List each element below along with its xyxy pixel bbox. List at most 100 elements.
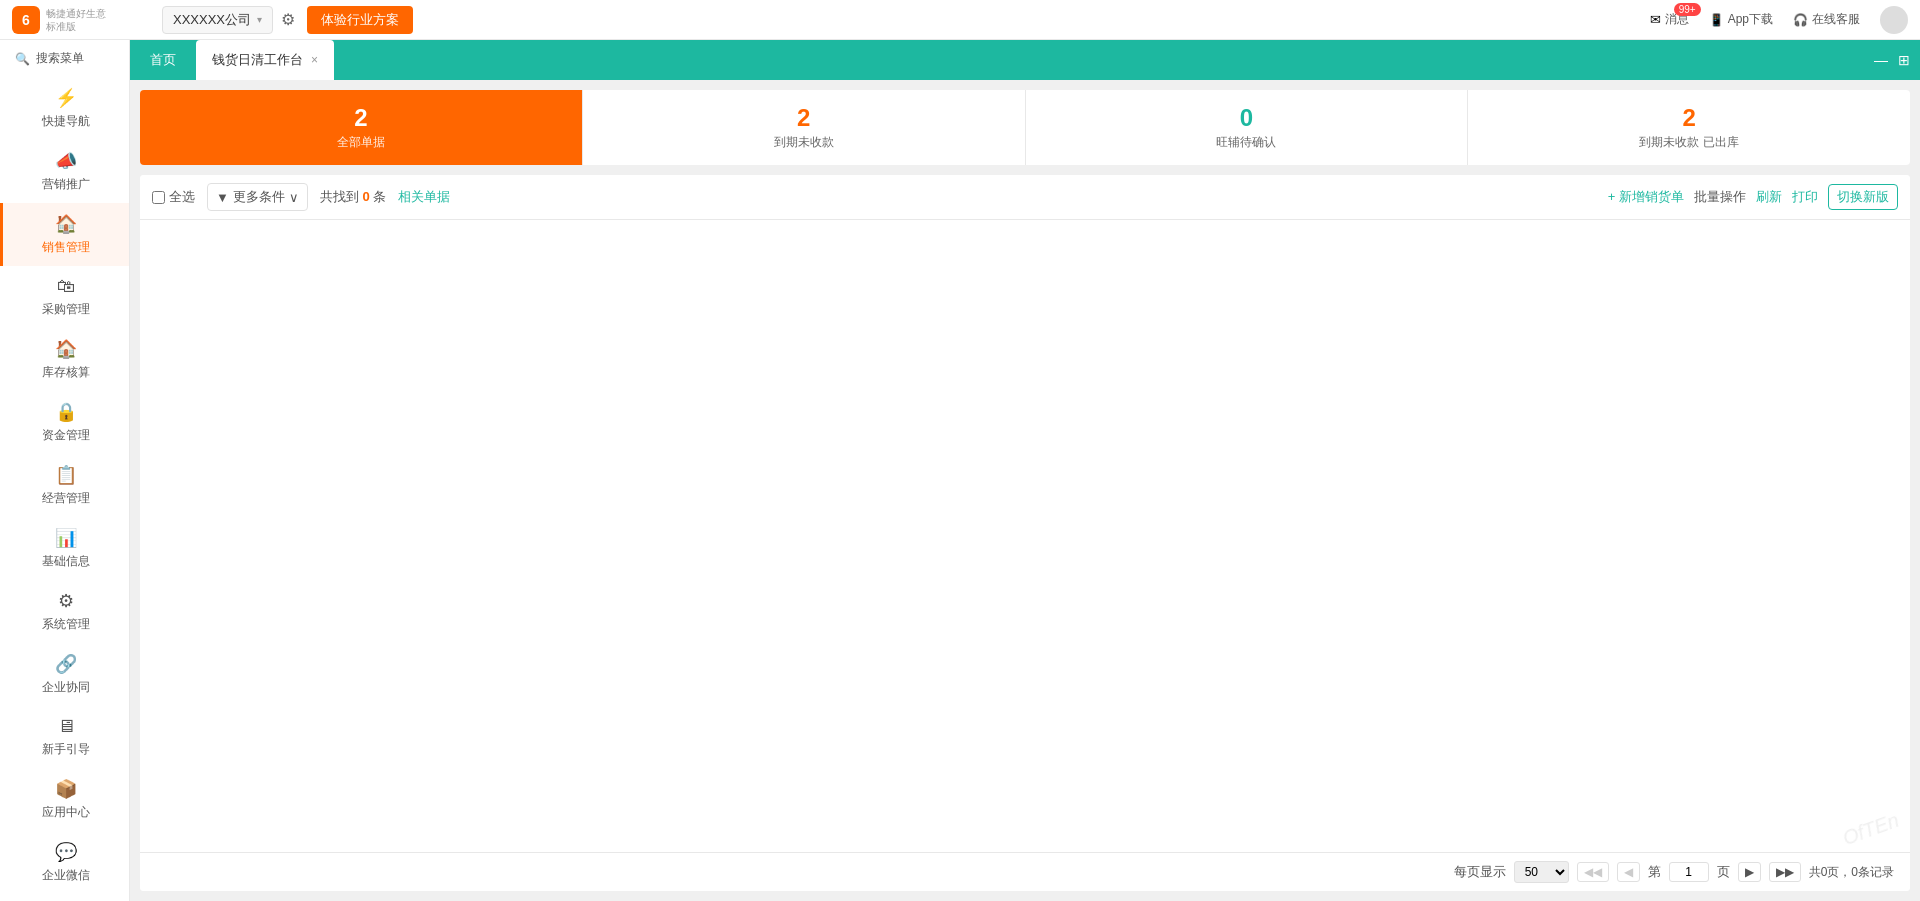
stats-row: 2 全部单据 2 到期未收款 0 旺辅待确认 2 到期未收款 已出库 (140, 90, 1910, 165)
more-filters-btn[interactable]: ▼ 更多条件 ∨ (207, 183, 308, 211)
minimize-icon[interactable]: — (1874, 52, 1888, 68)
batch-button[interactable]: 批量操作 (1694, 188, 1746, 206)
message-icon: ✉ (1650, 12, 1661, 27)
select-all-label: 全选 (169, 188, 195, 206)
wechat-icon: 💬 (55, 841, 77, 863)
page-label: 第 (1648, 863, 1661, 881)
stat-label-wangwang: 旺辅待确认 (1216, 134, 1276, 151)
page-suffix: 页 (1717, 863, 1730, 881)
purchase-icon: 🛍 (57, 276, 75, 297)
pagination: 每页显示 50 20 100 ◀◀ ◀ 第 页 ▶ ▶▶ 共0页，0条记录 (140, 852, 1910, 891)
sidebar-item-enterprise[interactable]: 🔗 企业协同 (0, 643, 129, 706)
stat-card-all[interactable]: 2 全部单据 (140, 90, 583, 165)
company-name: XXXXXX公司 (173, 11, 251, 29)
basic-info-icon: 📊 (55, 527, 77, 549)
content-main: 2 全部单据 2 到期未收款 0 旺辅待确认 2 到期未收款 已出库 (130, 80, 1920, 901)
more-filters-label: 更多条件 (233, 188, 285, 206)
sidebar-search-item[interactable]: 🔍 搜索菜单 (0, 40, 129, 77)
total-info: 共0页，0条记录 (1809, 864, 1894, 881)
sidebar-item-label: 资金管理 (42, 427, 90, 444)
logo-text: 畅捷通好生意 标准版 (46, 7, 106, 33)
tab-active[interactable]: 钱货日清工作台 × (196, 40, 334, 80)
message-area[interactable]: ✉ 消息 99+ (1650, 11, 1689, 28)
sidebar-item-marketing[interactable]: 📣 营销推广 (0, 140, 129, 203)
stat-card-overdue-out[interactable]: 2 到期未收款 已出库 (1468, 90, 1910, 165)
tab-home[interactable]: 首页 (130, 40, 196, 80)
headset-icon: 🎧 (1793, 13, 1808, 27)
stat-card-overdue[interactable]: 2 到期未收款 (583, 90, 1026, 165)
sidebar-item-label: 基础信息 (42, 553, 90, 570)
sidebar-item-wechat[interactable]: 💬 企业微信 (0, 831, 129, 894)
company-selector[interactable]: XXXXXX公司 ▾ (162, 6, 273, 34)
last-page-btn[interactable]: ▶▶ (1769, 862, 1801, 882)
settings-icon[interactable]: ⚙ (281, 10, 295, 29)
operations-icon: 📋 (55, 464, 77, 486)
sidebar-item-label: 库存核算 (42, 364, 90, 381)
sales-icon: 🏠 (55, 213, 77, 235)
sidebar-item-operations[interactable]: 📋 经营管理 (0, 454, 129, 517)
sidebar-item-label: 销售管理 (42, 239, 90, 256)
print-button[interactable]: 打印 (1792, 188, 1818, 206)
trial-button[interactable]: 体验行业方案 (307, 6, 413, 34)
sidebar-item-system[interactable]: ⚙ 系统管理 (0, 580, 129, 643)
stat-number-all: 2 (354, 104, 367, 132)
maximize-icon[interactable]: ⊞ (1898, 52, 1910, 68)
header-right: ✉ 消息 99+ 📱 App下载 🎧 在线客服 (1650, 6, 1908, 34)
page-input[interactable] (1669, 862, 1709, 882)
sidebar-item-basic-info[interactable]: 📊 基础信息 (0, 517, 129, 580)
sidebar-item-label: 企业协同 (42, 679, 90, 696)
sidebar-item-label: 应用中心 (42, 804, 90, 821)
filter-chevron-icon: ∨ (289, 190, 299, 205)
app-download-area[interactable]: 📱 App下载 (1709, 11, 1773, 28)
per-page-select[interactable]: 50 20 100 (1514, 861, 1569, 883)
toolbar: 全选 ▼ 更多条件 ∨ 共找到 0 条 相关单据 + 新增销货单 (140, 175, 1910, 220)
enterprise-icon: 🔗 (55, 653, 77, 675)
prev-page-btn[interactable]: ◀ (1617, 862, 1640, 882)
top-header: 6 畅捷通好生意 标准版 XXXXXX公司 ▾ ⚙ 体验行业方案 ✉ 消息 99… (0, 0, 1920, 40)
tab-bar: 首页 钱货日清工作台 × — ⊞ (130, 40, 1920, 80)
sidebar-item-quick-nav[interactable]: ⚡ 快捷导航 (0, 77, 129, 140)
sidebar-item-purchase[interactable]: 🛍 采购管理 (0, 266, 129, 328)
found-unit: 条 (373, 189, 386, 204)
search-label: 搜索菜单 (36, 50, 84, 67)
add-button[interactable]: + 新增销货单 (1608, 188, 1684, 206)
filter-icon: ▼ (216, 190, 229, 205)
marketing-icon: 📣 (55, 150, 77, 172)
sidebar-item-guide[interactable]: 🖥 新手引导 (0, 706, 129, 768)
sidebar-item-member[interactable]: ▽ 畅会员 (0, 894, 129, 901)
stat-label-all: 全部单据 (337, 134, 385, 151)
sidebar-item-finance[interactable]: 🔒 资金管理 (0, 391, 129, 454)
sidebar-item-label: 采购管理 (42, 301, 90, 318)
next-page-btn[interactable]: ▶ (1738, 862, 1761, 882)
appstore-icon: 📦 (55, 778, 77, 800)
related-doc-link[interactable]: 相关单据 (398, 188, 450, 206)
app-download-label: App下载 (1728, 11, 1773, 28)
sidebar-item-label: 快捷导航 (42, 113, 90, 130)
finance-icon: 🔒 (55, 401, 77, 423)
content-area: 首页 钱货日清工作台 × — ⊞ 2 全部单据 2 到期未收款 (130, 40, 1920, 901)
avatar (1880, 6, 1908, 34)
logo-icon: 6 (12, 6, 40, 34)
refresh-button[interactable]: 刷新 (1756, 188, 1782, 206)
sidebar-item-label: 营销推广 (42, 176, 90, 193)
app-download-icon: 📱 (1709, 13, 1724, 27)
search-icon: 🔍 (15, 52, 30, 66)
sidebar-item-inventory[interactable]: 🏠 库存核算 (0, 328, 129, 391)
tab-close-icon[interactable]: × (311, 53, 318, 67)
select-all-checkbox[interactable] (152, 191, 165, 204)
found-count: 0 (363, 189, 370, 204)
select-all-area[interactable]: 全选 (152, 188, 195, 206)
online-service-area[interactable]: 🎧 在线客服 (1793, 11, 1860, 28)
active-tab-label: 钱货日清工作台 (212, 51, 303, 69)
quick-nav-icon: ⚡ (55, 87, 77, 109)
sidebar-item-label: 新手引导 (42, 741, 90, 758)
sidebar: 🔍 搜索菜单 ⚡ 快捷导航 📣 营销推广 🏠 销售管理 🛍 采购管理 🏠 库存核… (0, 40, 130, 901)
sidebar-item-appstore[interactable]: 📦 应用中心 (0, 768, 129, 831)
stat-number-overdue-out: 2 (1682, 104, 1695, 132)
switch-version-button[interactable]: 切换新版 (1828, 184, 1898, 210)
avatar-area[interactable] (1880, 6, 1908, 34)
stat-card-wangwang[interactable]: 0 旺辅待确认 (1026, 90, 1469, 165)
first-page-btn[interactable]: ◀◀ (1577, 862, 1609, 882)
sidebar-item-sales[interactable]: 🏠 销售管理 (0, 203, 129, 266)
stat-number-overdue: 2 (797, 104, 810, 132)
